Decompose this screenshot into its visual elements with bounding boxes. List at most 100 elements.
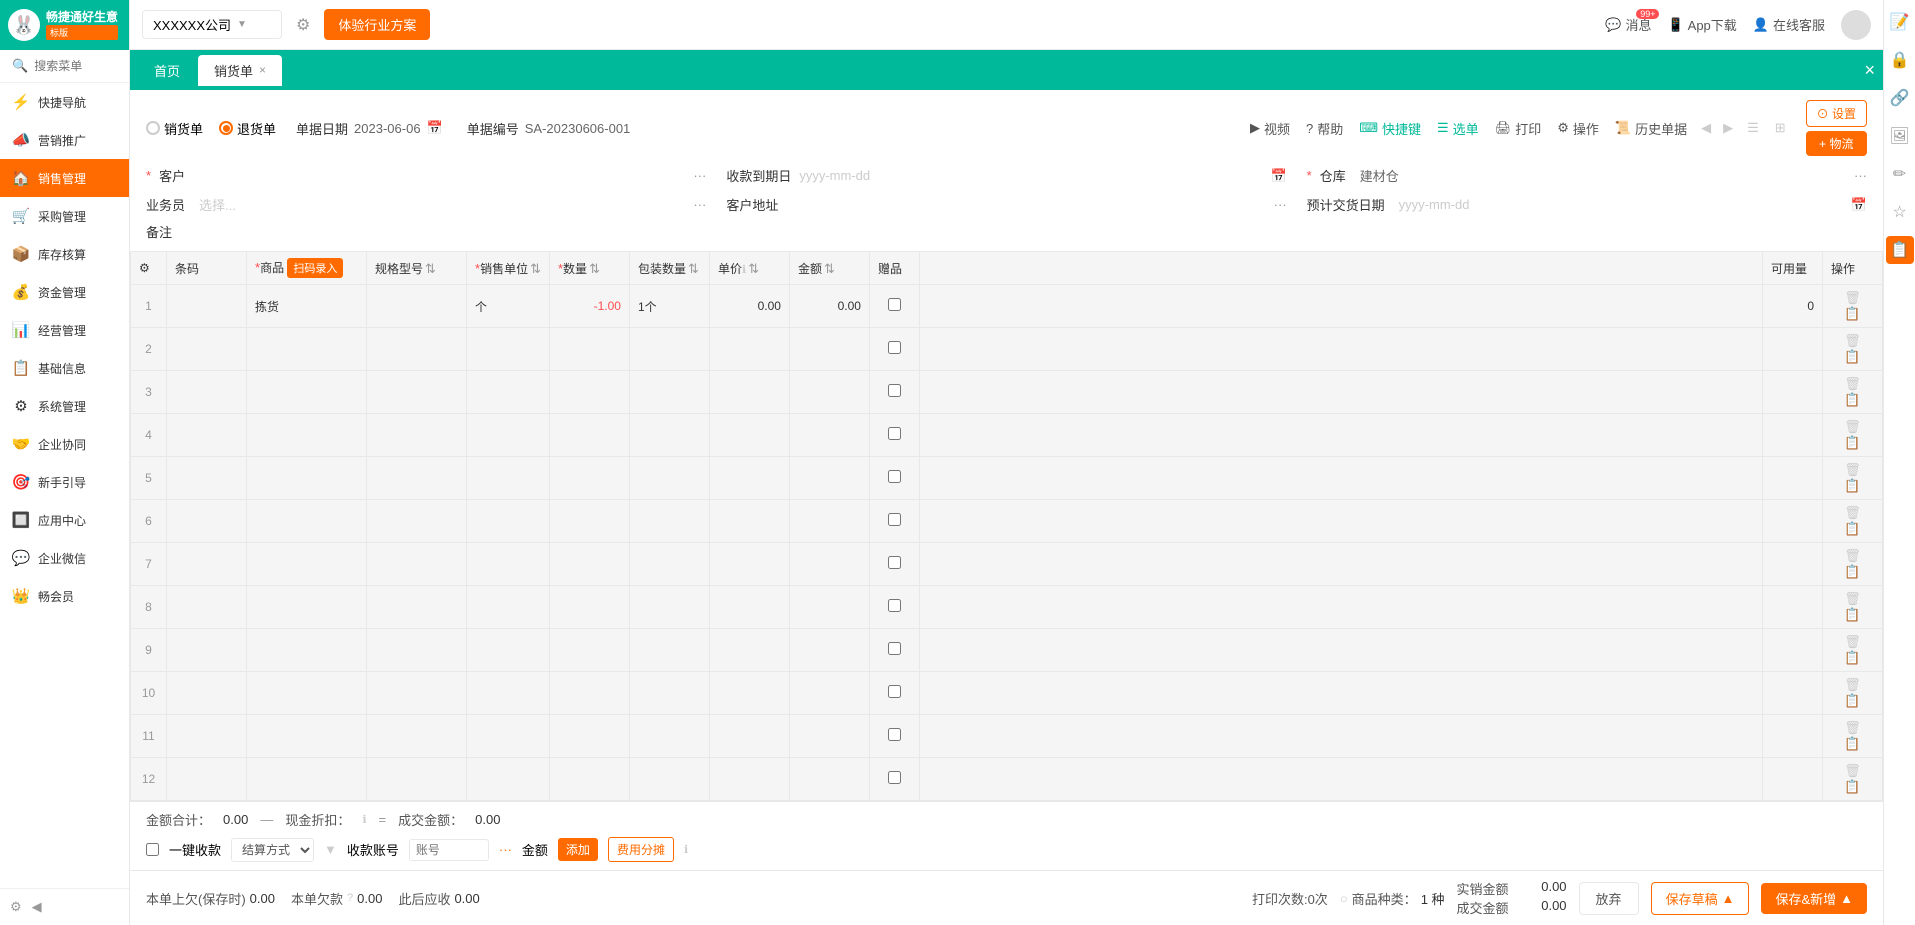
row-ops[interactable]: 🗑 📋 — [1823, 457, 1883, 500]
row-spec[interactable] — [367, 758, 467, 801]
row-gift[interactable] — [869, 715, 919, 758]
row-unit[interactable] — [467, 414, 550, 457]
row-product[interactable] — [247, 414, 367, 457]
row-ops[interactable]: 🗑 📋 — [1823, 543, 1883, 586]
add-payment-button[interactable]: 添加 — [558, 838, 598, 861]
select-bill-btn[interactable]: ☰ 选单 — [1433, 117, 1483, 140]
online-service-button[interactable]: 👤 在线客服 — [1753, 15, 1825, 34]
radio-sale-order[interactable]: 销货单 — [146, 119, 203, 138]
row-price[interactable] — [709, 586, 789, 629]
expense-split-button[interactable]: 费用分摊 — [608, 837, 674, 862]
sidebar-item-basic[interactable]: 📋 基础信息 — [0, 349, 129, 387]
row-unit[interactable] — [467, 629, 550, 672]
row-barcode[interactable] — [167, 371, 247, 414]
delete-row-icon[interactable]: 🗑 — [1844, 419, 1861, 434]
delete-row-icon[interactable]: 🗑 — [1844, 462, 1861, 477]
copy-row-icon[interactable]: 📋 — [1844, 736, 1860, 751]
row-spec[interactable] — [367, 285, 467, 328]
row-qty[interactable] — [549, 758, 629, 801]
row-ops[interactable]: 🗑 📋 — [1823, 371, 1883, 414]
row-product[interactable] — [247, 586, 367, 629]
row-unit[interactable] — [467, 586, 550, 629]
row-amount[interactable] — [789, 672, 869, 715]
row-qty[interactable] — [549, 414, 629, 457]
row-qty[interactable] — [549, 457, 629, 500]
settings-bottom-icon[interactable]: ⚙ — [10, 899, 22, 915]
row-barcode[interactable] — [167, 543, 247, 586]
row-product[interactable]: 拣货 — [247, 285, 367, 328]
row-unit[interactable] — [467, 543, 550, 586]
row-product[interactable] — [247, 543, 367, 586]
amount-sort-icon[interactable]: ⇅ — [824, 261, 835, 276]
row-barcode[interactable] — [167, 457, 247, 500]
app-download-button[interactable]: 📱 App下载 — [1667, 15, 1736, 34]
row-unit[interactable] — [467, 371, 550, 414]
scan-button[interactable]: 扫码录入 — [287, 258, 343, 278]
close-all-tabs-icon[interactable]: × — [1864, 60, 1875, 81]
company-selector[interactable]: XXXXXX公司 ▼ — [142, 10, 282, 39]
row-price[interactable] — [709, 672, 789, 715]
row-amount[interactable] — [789, 328, 869, 371]
calendar-icon[interactable]: 📅 — [427, 120, 443, 136]
row-price[interactable] — [709, 457, 789, 500]
row-product[interactable] — [247, 758, 367, 801]
account-dots[interactable]: ··· — [499, 842, 512, 857]
row-spec[interactable] — [367, 500, 467, 543]
row-spec[interactable] — [367, 414, 467, 457]
delete-row-icon[interactable]: 🗑 — [1844, 591, 1861, 606]
copy-row-icon[interactable]: 📋 — [1844, 779, 1860, 794]
sidebar-item-enterprise[interactable]: 🤝 企业协同 — [0, 425, 129, 463]
settlement-method-select[interactable]: 结算方式 — [231, 838, 314, 862]
row-price[interactable] — [709, 500, 789, 543]
rp-link-icon[interactable]: 🔗 — [1886, 84, 1914, 112]
customer-addr-dots[interactable]: ··· — [1274, 197, 1287, 212]
row-pkgqty[interactable] — [629, 629, 709, 672]
row-price[interactable]: 0.00 — [709, 285, 789, 328]
row-unit[interactable] — [467, 758, 550, 801]
copy-row-icon[interactable]: 📋 — [1844, 650, 1860, 665]
row-gift[interactable] — [869, 285, 919, 328]
row-pkgqty[interactable] — [629, 586, 709, 629]
rp-image-icon[interactable]: 🖼 — [1886, 122, 1914, 150]
copy-row-icon[interactable]: 📋 — [1844, 693, 1860, 708]
sidebar-search-container[interactable]: 🔍 — [0, 50, 129, 83]
row-product[interactable] — [247, 457, 367, 500]
operation-btn[interactable]: ⚙ 操作 — [1553, 117, 1603, 140]
row-product[interactable] — [247, 672, 367, 715]
row-unit[interactable] — [467, 672, 550, 715]
row-amount[interactable] — [789, 414, 869, 457]
rp-star-icon[interactable]: ☆ — [1886, 198, 1914, 226]
delete-row-icon[interactable]: 🗑 — [1844, 763, 1861, 778]
row-ops[interactable]: 🗑 📋 — [1823, 715, 1883, 758]
row-price[interactable] — [709, 715, 789, 758]
row-barcode[interactable] — [167, 500, 247, 543]
qty-sort-icon[interactable]: ⇅ — [589, 261, 600, 276]
delete-row-icon[interactable]: 🗑 — [1844, 376, 1861, 391]
row-pkgqty[interactable] — [629, 414, 709, 457]
row-amount[interactable] — [789, 543, 869, 586]
row-product[interactable] — [247, 629, 367, 672]
row-price[interactable] — [709, 371, 789, 414]
row-barcode[interactable] — [167, 715, 247, 758]
row-ops[interactable]: 🗑 📋 — [1823, 285, 1883, 328]
sidebar-item-marketing[interactable]: 📣 营销推广 — [0, 121, 129, 159]
row-gift[interactable] — [869, 500, 919, 543]
row-pkgqty[interactable] — [629, 758, 709, 801]
delete-row-icon[interactable]: 🗑 — [1844, 333, 1861, 348]
row-qty[interactable] — [549, 586, 629, 629]
row-spec[interactable] — [367, 543, 467, 586]
expected-date-calendar-icon[interactable]: 📅 — [1851, 197, 1867, 213]
row-price[interactable] — [709, 414, 789, 457]
row-spec[interactable] — [367, 586, 467, 629]
delete-row-icon[interactable]: 🗑 — [1844, 677, 1861, 692]
row-ops[interactable]: 🗑 📋 — [1823, 629, 1883, 672]
row-amount[interactable] — [789, 629, 869, 672]
row-product[interactable] — [247, 500, 367, 543]
sidebar-item-sales[interactable]: 🏠 销售管理 — [0, 159, 129, 197]
row-gift[interactable] — [869, 328, 919, 371]
salesperson-input[interactable]: 选择... — [199, 195, 685, 214]
radio-return-order[interactable]: 退货单 — [219, 119, 276, 138]
row-amount[interactable]: 0.00 — [789, 285, 869, 328]
row-unit[interactable]: 个 — [467, 285, 550, 328]
warehouse-dots[interactable]: ··· — [1854, 168, 1867, 183]
